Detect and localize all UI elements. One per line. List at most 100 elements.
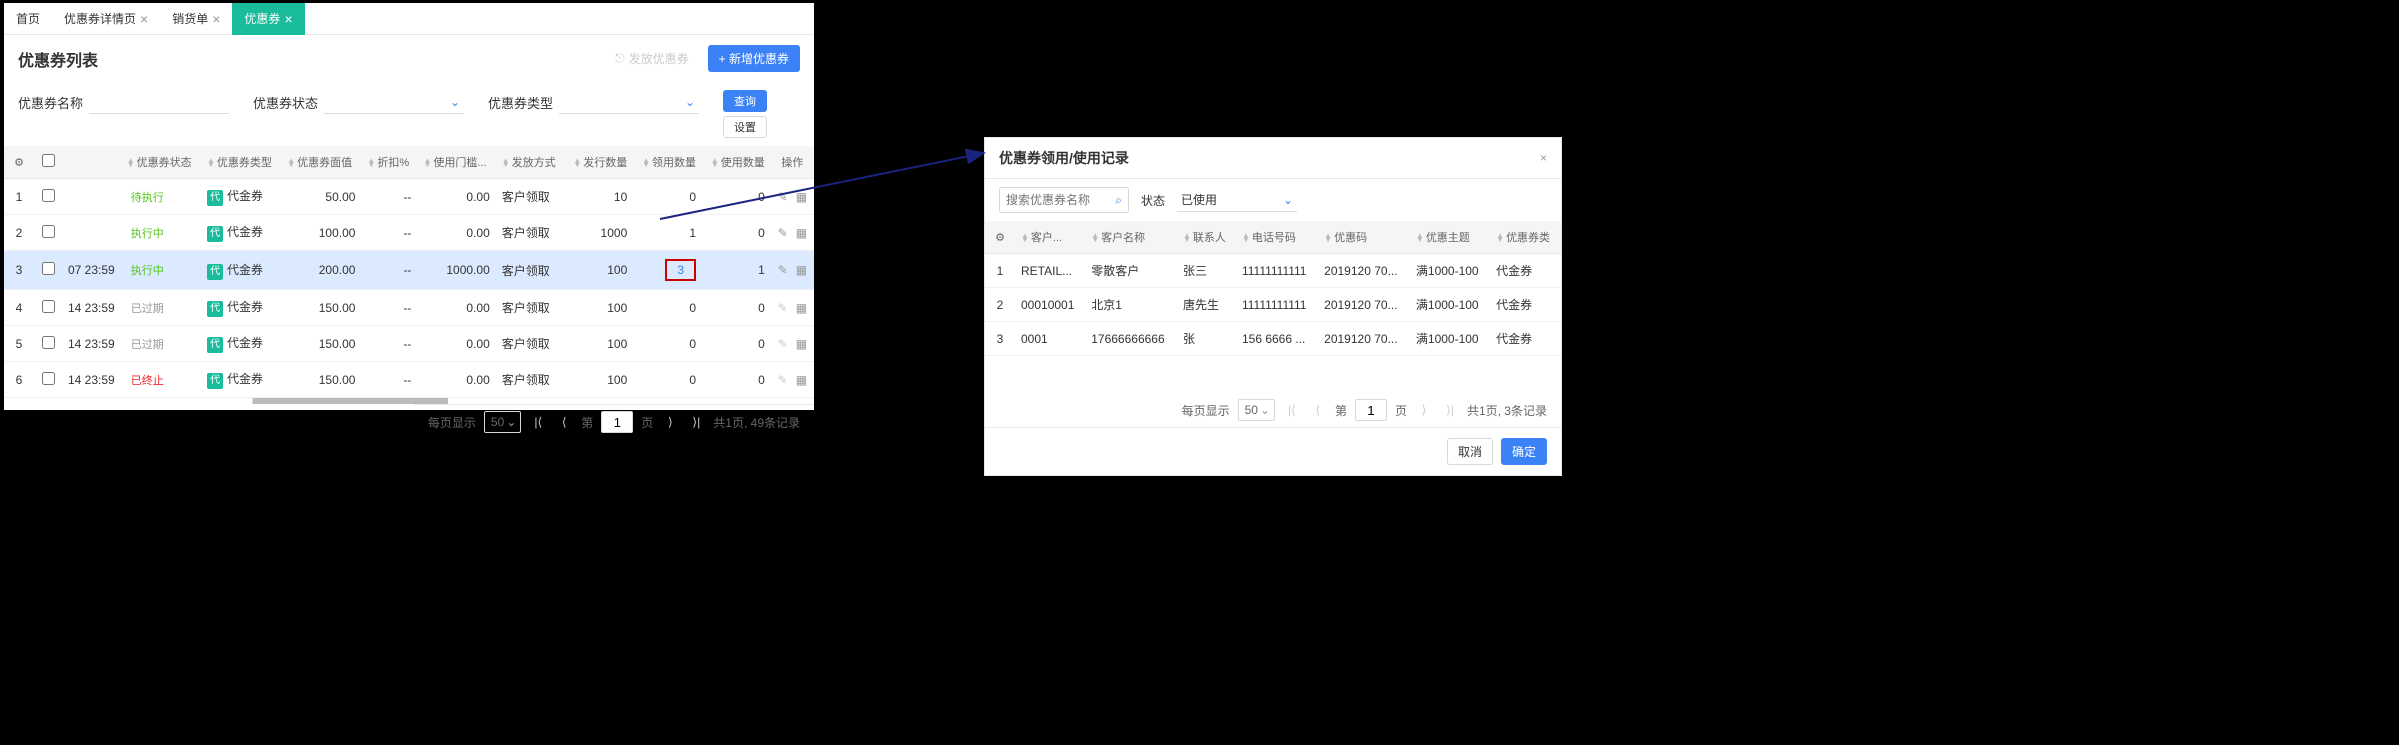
- settings-button[interactable]: 设置: [723, 116, 767, 138]
- row-checkbox[interactable]: [42, 300, 55, 313]
- close-icon[interactable]: ×: [140, 11, 148, 27]
- qrcode-icon[interactable]: ▦: [796, 373, 807, 387]
- tab-coupons[interactable]: 优惠券×: [232, 3, 304, 35]
- first-page-button[interactable]: |⟨: [1283, 401, 1301, 419]
- qrcode-icon[interactable]: ▦: [796, 337, 807, 351]
- sort-icon[interactable]: ▲▼: [1324, 234, 1332, 242]
- table-row[interactable]: 5 14 23:59 已过期 代代金券 150.00 -- 0.00 客户领取 …: [4, 326, 814, 362]
- table-row[interactable]: 2 执行中 代代金券 100.00 -- 0.00 客户领取 1000 1 0 …: [4, 215, 814, 251]
- sort-icon[interactable]: ▲▼: [1183, 234, 1191, 242]
- modal-search[interactable]: ⌕: [999, 187, 1129, 213]
- add-coupon-button[interactable]: + 新增优惠券: [708, 45, 800, 72]
- next-page-button[interactable]: ⟩: [1415, 401, 1433, 419]
- tab-coupon-detail[interactable]: 优惠券详情页×: [52, 3, 160, 35]
- sort-icon[interactable]: ▲▼: [1416, 234, 1424, 242]
- edit-icon[interactable]: ✎: [778, 373, 788, 387]
- row-checkbox[interactable]: [42, 189, 55, 202]
- type-badge-icon: 代: [207, 373, 223, 389]
- sort-icon[interactable]: ▲▼: [573, 159, 581, 167]
- sort-icon[interactable]: ▲▼: [711, 159, 719, 167]
- table-row[interactable]: 3 0001 17666666666 张 156 6666 ... 201912…: [985, 322, 1561, 356]
- filter-status-select[interactable]: ⌄: [324, 90, 464, 114]
- first-page-button[interactable]: |⟨: [529, 413, 547, 431]
- sort-icon[interactable]: ▲▼: [1242, 234, 1250, 242]
- row-number: 5: [4, 326, 34, 362]
- sort-icon[interactable]: ▲▼: [127, 159, 135, 167]
- edit-icon[interactable]: ✎: [778, 301, 788, 315]
- sort-icon[interactable]: ▲▼: [642, 159, 650, 167]
- edit-icon[interactable]: ✎: [778, 190, 788, 204]
- sort-icon[interactable]: ▲▼: [1021, 234, 1029, 242]
- qrcode-icon[interactable]: ▦: [796, 263, 807, 277]
- modal-title: 优惠券领用/使用记录: [999, 148, 1129, 168]
- qrcode-icon[interactable]: ▦: [796, 226, 807, 240]
- table-row[interactable]: 2 00010001 北京1 唐先生 11111111111 2019120 7…: [985, 288, 1561, 322]
- table-header-row: ⚙ ▲▼客户... ▲▼客户名称 ▲▼联系人 ▲▼电话号码 ▲▼优惠码 ▲▼优惠…: [985, 221, 1561, 254]
- per-page-select[interactable]: 50: [1238, 399, 1275, 421]
- modal-body[interactable]: ⚙ ▲▼客户... ▲▼客户名称 ▲▼联系人 ▲▼电话号码 ▲▼优惠码 ▲▼优惠…: [985, 221, 1561, 393]
- tab-sales-order[interactable]: 销货单×: [160, 3, 232, 35]
- table-row[interactable]: 3 07 23:59 执行中 代代金券 200.00 -- 1000.00 客户…: [4, 251, 814, 290]
- row-checkbox[interactable]: [42, 336, 55, 349]
- sort-icon[interactable]: ▲▼: [502, 159, 510, 167]
- modal-status-select[interactable]: 已使用 ⌄: [1177, 188, 1297, 212]
- coupon-code: 2019120 70...: [1318, 254, 1410, 288]
- claimed-count-link[interactable]: 3: [665, 259, 696, 281]
- row-checkbox[interactable]: [42, 262, 55, 275]
- filter-name-input[interactable]: [89, 90, 229, 114]
- type-badge-icon: 代: [207, 301, 223, 317]
- close-icon[interactable]: ×: [212, 11, 220, 27]
- status-label: 状态: [1141, 192, 1165, 209]
- row-checkbox[interactable]: [42, 225, 55, 238]
- issue-coupon-button[interactable]: ⎋发放优惠券: [604, 45, 700, 72]
- sort-icon[interactable]: ▲▼: [287, 159, 295, 167]
- search-button[interactable]: 查询: [723, 90, 767, 112]
- select-all-checkbox[interactable]: [42, 154, 55, 167]
- sort-icon[interactable]: ▲▼: [1496, 234, 1504, 242]
- ok-button[interactable]: 确定: [1501, 438, 1547, 465]
- filter-name: 优惠券名称: [18, 90, 229, 114]
- row-number: 2: [985, 288, 1015, 322]
- table-row[interactable]: 1 待执行 代代金券 50.00 -- 0.00 客户领取 10 0 0 ✎▦: [4, 179, 814, 215]
- issued-count: 10: [565, 179, 634, 215]
- last-page-button[interactable]: ⟩|: [687, 413, 705, 431]
- search-icon[interactable]: ⌕: [1115, 193, 1122, 208]
- threshold: 0.00: [417, 179, 495, 215]
- cancel-button[interactable]: 取消: [1447, 438, 1493, 465]
- last-page-button[interactable]: ⟩|: [1441, 401, 1459, 419]
- tab-label: 优惠券: [244, 10, 280, 27]
- table-row[interactable]: 1 RETAIL... 零散客户 张三 11111111111 2019120 …: [985, 254, 1561, 288]
- table-row[interactable]: 4 14 23:59 已过期 代代金券 150.00 -- 0.00 客户领取 …: [4, 290, 814, 326]
- edit-icon[interactable]: ✎: [778, 226, 788, 240]
- qrcode-icon[interactable]: ▦: [796, 190, 807, 204]
- sort-icon[interactable]: ▲▼: [207, 159, 215, 167]
- per-page-select[interactable]: 50: [484, 411, 521, 433]
- type-text: 代金券: [227, 336, 263, 350]
- sort-icon[interactable]: ▲▼: [1091, 234, 1099, 242]
- gear-icon[interactable]: ⚙: [14, 157, 24, 169]
- customer-code: 0001: [1015, 322, 1085, 356]
- close-icon[interactable]: ×: [1540, 151, 1547, 165]
- edit-icon[interactable]: ✎: [778, 263, 788, 277]
- row-checkbox[interactable]: [42, 372, 55, 385]
- threshold: 0.00: [417, 326, 495, 362]
- tab-home[interactable]: 首页: [4, 3, 52, 35]
- page-input[interactable]: [1355, 399, 1387, 421]
- sort-icon[interactable]: ▲▼: [423, 159, 431, 167]
- modal-search-input[interactable]: [1006, 193, 1115, 207]
- sort-icon[interactable]: ▲▼: [367, 159, 375, 167]
- close-icon[interactable]: ×: [284, 11, 292, 27]
- filter-label: 优惠券类型: [488, 93, 553, 112]
- next-page-button[interactable]: ⟩: [661, 413, 679, 431]
- per-page-label: 每页显示: [428, 414, 476, 431]
- edit-icon[interactable]: ✎: [778, 337, 788, 351]
- page-input[interactable]: [601, 411, 633, 433]
- coupon-table-wrap[interactable]: ⚙ ▲▼优惠券状态 ▲▼优惠券类型 ▲▼优惠券面值 ▲▼折扣% ▲▼使用门槛..…: [4, 146, 814, 398]
- used-count: 0: [702, 215, 771, 251]
- prev-page-button[interactable]: ⟨: [1309, 401, 1327, 419]
- gear-icon[interactable]: ⚙: [995, 232, 1005, 244]
- qrcode-icon[interactable]: ▦: [796, 301, 807, 315]
- filter-type-select[interactable]: ⌄: [559, 90, 699, 114]
- prev-page-button[interactable]: ⟨: [555, 413, 573, 431]
- table-row[interactable]: 6 14 23:59 已终止 代代金券 150.00 -- 0.00 客户领取 …: [4, 362, 814, 398]
